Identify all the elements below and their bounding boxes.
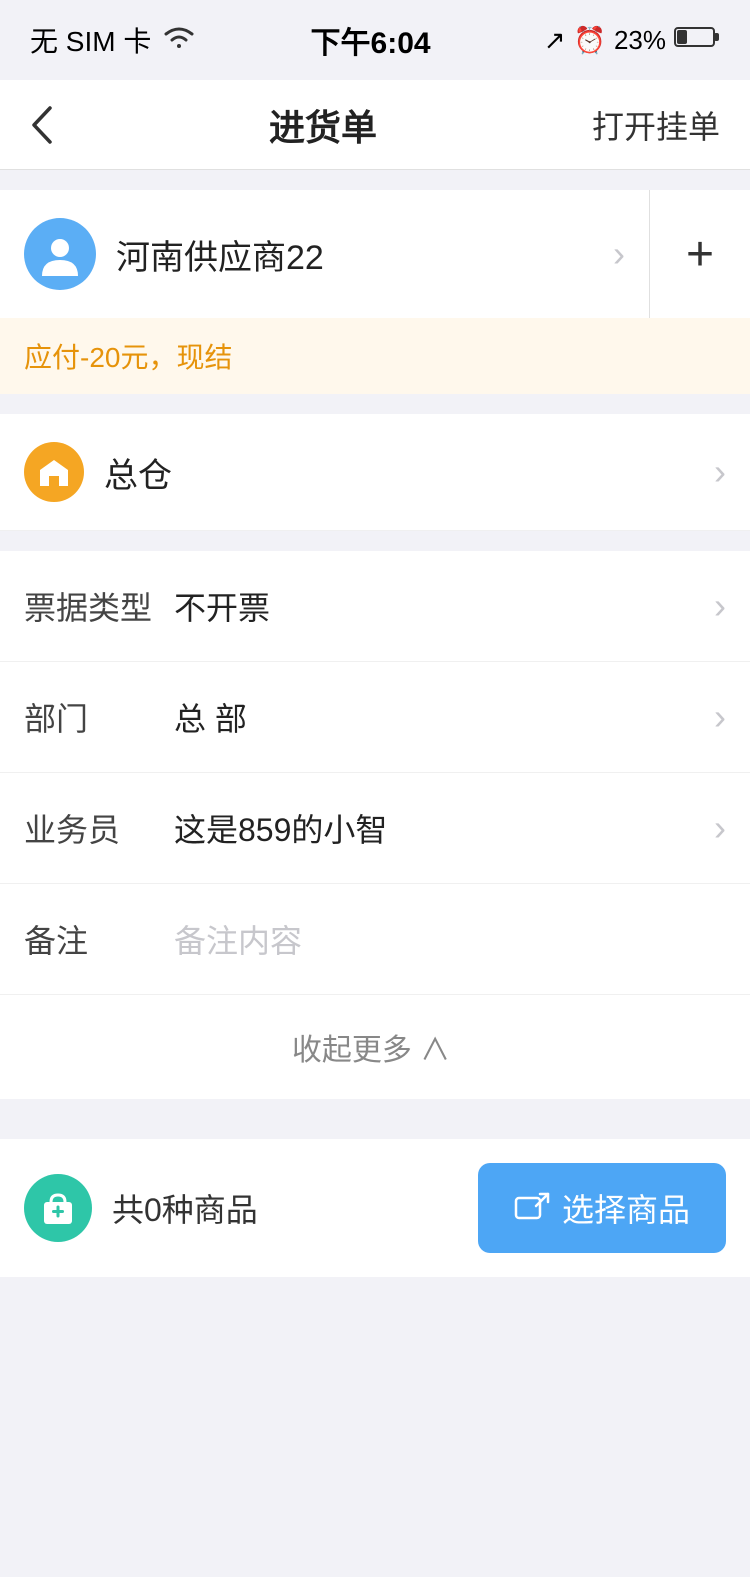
warehouse-chevron-icon: ›: [714, 451, 726, 493]
wifi-icon: [161, 24, 197, 57]
gap-4: [0, 1099, 750, 1119]
add-supplier-button[interactable]: +: [650, 190, 750, 318]
department-row[interactable]: 部门 总 部 ›: [0, 662, 750, 773]
status-right: ↗ ⏰ 23%: [544, 25, 720, 56]
gap-2: [0, 394, 750, 414]
salesperson-row[interactable]: 业务员 这是859的小智 ›: [0, 773, 750, 884]
invoice-type-chevron-icon: ›: [714, 585, 726, 627]
warehouse-selector[interactable]: 总仓 ›: [0, 414, 750, 531]
notice-bar: 应付-20元，现结: [0, 318, 750, 394]
remark-row[interactable]: 备注 备注内容: [0, 884, 750, 994]
supplier-chevron-icon: ›: [613, 233, 625, 275]
department-value: 总 部: [174, 694, 704, 740]
collapse-label: 收起更多 ∧: [292, 1025, 450, 1069]
collapse-button[interactable]: 收起更多 ∧: [0, 994, 750, 1099]
gap-1: [0, 170, 750, 190]
department-chevron-icon: ›: [714, 696, 726, 738]
page-background: [0, 1277, 750, 1577]
battery-icon: [674, 25, 720, 56]
warehouse-icon: [24, 442, 84, 502]
invoice-type-row[interactable]: 票据类型 不开票 ›: [0, 551, 750, 662]
product-icon: [24, 1174, 92, 1242]
supplier-avatar: [24, 218, 96, 290]
status-time: 下午6:04: [311, 18, 431, 62]
nav-bar: 进货单 打开挂单: [0, 80, 750, 170]
page-title: 进货单: [269, 99, 377, 151]
product-count-text: 共0种商品: [112, 1185, 478, 1231]
back-button[interactable]: [30, 104, 54, 146]
alarm-icon: ⏰: [574, 25, 606, 56]
salesperson-chevron-icon: ›: [714, 807, 726, 849]
warehouse-name: 总仓: [104, 448, 704, 497]
notice-text: 应付-20元，现结: [24, 342, 232, 373]
remark-label: 备注: [24, 916, 174, 962]
supplier-name: 河南供应商22: [116, 230, 603, 279]
status-bar: 无 SIM 卡 下午6:04 ↗ ⏰ 23%: [0, 0, 750, 80]
remark-value: 备注内容: [174, 916, 726, 962]
status-left: 无 SIM 卡: [30, 20, 197, 60]
gap-3: [0, 531, 750, 551]
open-pending-button[interactable]: 打开挂单: [592, 102, 720, 148]
bottom-bar: 共0种商品 选择商品: [0, 1139, 750, 1277]
supplier-section: 河南供应商22 › +: [0, 190, 750, 318]
salesperson-value: 这是859的小智: [174, 805, 704, 851]
battery-text: 23%: [614, 25, 666, 56]
select-product-button[interactable]: 选择商品: [478, 1163, 726, 1253]
invoice-type-label: 票据类型: [24, 583, 174, 629]
salesperson-label: 业务员: [24, 805, 174, 851]
invoice-type-value: 不开票: [174, 583, 704, 629]
carrier-text: 无 SIM 卡: [30, 20, 151, 60]
supplier-selector[interactable]: 河南供应商22 ›: [0, 190, 650, 318]
form-section: 票据类型 不开票 › 部门 总 部 › 业务员 这是859的小智 › 备注 备注…: [0, 551, 750, 994]
department-label: 部门: [24, 694, 174, 740]
select-product-label: 选择商品: [562, 1185, 690, 1231]
location-icon: ↗: [544, 25, 566, 56]
